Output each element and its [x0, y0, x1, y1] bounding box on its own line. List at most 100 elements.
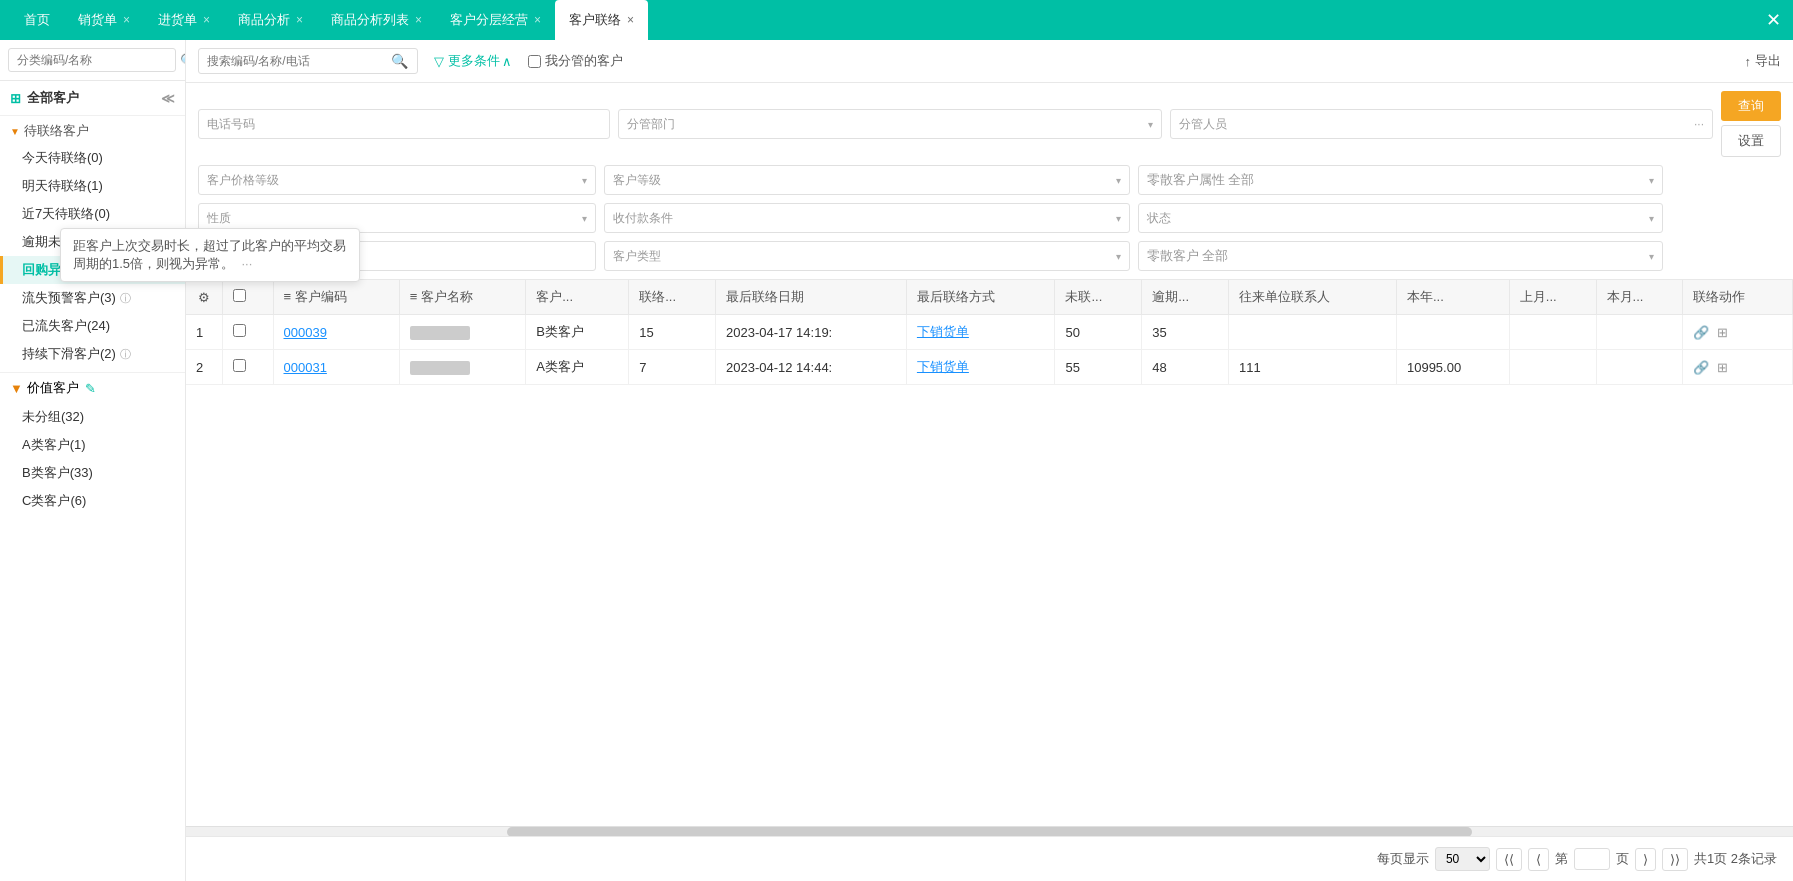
sidebar-item-tomorrow[interactable]: 明天待联络(1) [0, 172, 185, 200]
tooltip-popup: 距客户上次交易时长，超过了此客户的平均交易周期的1.5倍，则视为异常。 ··· [60, 228, 186, 282]
payment-filter[interactable]: 收付款条件 ▾ [604, 203, 1129, 233]
gear-column-header[interactable]: ⚙ [186, 280, 222, 315]
col-contact-person: 往来单位联系人 [1228, 280, 1396, 315]
nav-close-icon[interactable]: × [415, 13, 422, 27]
info-icon-lost[interactable]: ⓘ [120, 291, 131, 306]
row2-contact-person: 111 [1228, 350, 1396, 385]
edit-icon[interactable]: ✎ [85, 381, 96, 396]
blurred-name-2 [410, 361, 470, 375]
my-customers-checkbox[interactable] [528, 55, 541, 68]
link-icon-2[interactable]: 🔗 [1693, 360, 1709, 375]
value-group: ▼ 价值客户 ✎ 未分组(32) A类客户(1) B类客户(33) C类客户(6… [0, 372, 185, 515]
prev-page-button[interactable]: ⟨ [1528, 848, 1549, 871]
table-row: 2 000031 A类客户 7 2023-04-12 14:44: 下销货单 5… [186, 350, 1793, 385]
pagination: 每页显示 50 100 200 ⟨⟨ ⟨ 第 1 页 ⟩ ⟩⟩ 共1页 2条记录 [186, 836, 1793, 881]
nav-home[interactable]: 首页 [10, 0, 64, 40]
row1-last-contact-method[interactable]: 下销货单 [906, 315, 1055, 350]
last-page-button[interactable]: ⟩⟩ [1662, 848, 1688, 871]
nav-purchase-order[interactable]: 进货单 × [144, 0, 224, 40]
sidebar-search-input[interactable] [8, 48, 176, 72]
main-search-input[interactable] [207, 54, 387, 68]
row2-checkbox [222, 350, 273, 385]
export-button[interactable]: ↑ 导出 [1745, 52, 1782, 70]
chevron-down-icon-3: ▾ [1116, 175, 1121, 186]
collapse-icon[interactable]: ≪ [161, 91, 175, 106]
page-size-select[interactable]: 50 100 200 [1435, 847, 1490, 871]
checkbox-column-header [222, 280, 273, 315]
nav-customer-contact[interactable]: 客户联络 × [555, 0, 648, 40]
nav-close-icon[interactable]: × [296, 13, 303, 27]
row1-checkbox [222, 315, 273, 350]
filter-row-4: ··· 客户类型 ▾ 零散客户 全部 ▾ [198, 241, 1781, 271]
dept-filter[interactable]: 分管部门 ▾ [618, 109, 1161, 139]
row2-index: 2 [186, 350, 222, 385]
info-icon-decline[interactable]: ⓘ [120, 347, 131, 362]
col-contact-count: 联络... [629, 280, 716, 315]
window-close-button[interactable]: ✕ [1766, 9, 1781, 31]
sort-icon-name[interactable]: ≡ [410, 289, 418, 304]
sidebar-item-declining[interactable]: 持续下滑客户(2) ⓘ [0, 340, 185, 368]
sidebar-item-7days[interactable]: 近7天待联络(0) [0, 200, 185, 228]
more-icon[interactable]: ··· [1694, 117, 1704, 131]
link-icon-1[interactable]: 🔗 [1693, 325, 1709, 340]
nav-sales-order[interactable]: 销货单 × [64, 0, 144, 40]
page-number-input[interactable]: 1 [1574, 848, 1610, 870]
row2-code[interactable]: 000031 [273, 350, 399, 385]
price-level-filter[interactable]: 客户价格等级 ▾ [198, 165, 596, 195]
manager-filter[interactable]: 分管人员 ··· [1170, 109, 1713, 139]
row1-code[interactable]: 000039 [273, 315, 399, 350]
value-group-header[interactable]: ▼ 价值客户 ✎ [0, 373, 185, 403]
more-conditions-button[interactable]: ▽ 更多条件 ∧ [426, 48, 520, 74]
horizontal-scrollbar[interactable] [186, 826, 1793, 836]
sidebar-item-already-lost[interactable]: 已流失客户(24) [0, 312, 185, 340]
nav-close-icon[interactable]: × [534, 13, 541, 27]
row1-current-year [1396, 315, 1509, 350]
row1-current-month [1596, 315, 1683, 350]
chevron-down-icon-9: ▾ [1649, 251, 1654, 262]
sidebar: 🔍 ⊞ 全部客户 ≪ ▼ 待联络客户 今天待联络(0) 明天待联络(1) 近7天… [0, 40, 186, 881]
filter-row-2: 客户价格等级 ▾ 客户等级 ▾ 零散客户属性 全部 ▾ [198, 165, 1781, 195]
nav-close-icon[interactable]: × [123, 13, 130, 27]
nav-product-analysis[interactable]: 商品分析 × [224, 0, 317, 40]
pending-group-label[interactable]: ▼ 待联络客户 [0, 116, 185, 144]
export-icon: ↑ [1745, 54, 1752, 69]
nav-customer-tier[interactable]: 客户分层经营 × [436, 0, 555, 40]
nav-active-close-icon[interactable]: × [627, 13, 634, 27]
sidebar-item-class-b[interactable]: B类客户(33) [0, 459, 185, 487]
status-filter[interactable]: 状态 ▾ [1138, 203, 1663, 233]
first-page-button[interactable]: ⟨⟨ [1496, 848, 1522, 871]
nav-close-icon[interactable]: × [203, 13, 210, 27]
sidebar-item-class-c[interactable]: C类客户(6) [0, 487, 185, 515]
sidebar-item-unclassified[interactable]: 未分组(32) [0, 403, 185, 431]
query-button[interactable]: 查询 [1721, 91, 1781, 121]
row2-last-contact-method[interactable]: 下销货单 [906, 350, 1055, 385]
nav-product-analysis-list[interactable]: 商品分析列表 × [317, 0, 436, 40]
row1-last-month [1509, 315, 1596, 350]
col-last-contact-method: 最后联络方式 [906, 280, 1055, 315]
all-customers-header[interactable]: ⊞ 全部客户 ≪ [0, 81, 185, 116]
customer-level-filter[interactable]: 客户等级 ▾ [604, 165, 1129, 195]
customer-type-filter[interactable]: 客户类型 ▾ [604, 241, 1129, 271]
row1-contact-count: 15 [629, 315, 716, 350]
sidebar-item-today[interactable]: 今天待联络(0) [0, 144, 185, 172]
select-all-checkbox[interactable] [233, 289, 246, 302]
retail-customer-filter[interactable]: 零散客户 全部 ▾ [1138, 241, 1663, 271]
sidebar-item-lost-warning[interactable]: 流失预警客户(3) ⓘ [0, 284, 185, 312]
sidebar-item-class-a[interactable]: A类客户(1) [0, 431, 185, 459]
top-navigation: 首页 销货单 × 进货单 × 商品分析 × 商品分析列表 × 客户分层经营 × … [0, 0, 1793, 40]
settings-button[interactable]: 设置 [1721, 125, 1781, 157]
sort-icon[interactable]: ≡ [284, 289, 292, 304]
col-unlinkable: 未联... [1055, 280, 1142, 315]
chevron-down-icon-8: ▾ [1116, 251, 1121, 262]
phone-filter[interactable]: 电话号码 [198, 109, 610, 139]
grid-icon-1[interactable]: ⊞ [1717, 325, 1728, 340]
my-customers-checkbox-label[interactable]: 我分管的客户 [528, 52, 623, 70]
retail-attr-filter[interactable]: 零散客户属性 全部 ▾ [1138, 165, 1663, 195]
next-page-button[interactable]: ⟩ [1635, 848, 1656, 871]
main-search-icon[interactable]: 🔍 [391, 53, 408, 69]
sidebar-search-area: 🔍 [0, 40, 185, 81]
grid-icon-2[interactable]: ⊞ [1717, 360, 1728, 375]
row1-select-checkbox[interactable] [233, 324, 246, 337]
row2-select-checkbox[interactable] [233, 359, 246, 372]
data-table-container: ⚙ ≡ 客户编码 ≡ 客户名称 客户... 联络... 最后联络日期 最后联络方… [186, 280, 1793, 826]
